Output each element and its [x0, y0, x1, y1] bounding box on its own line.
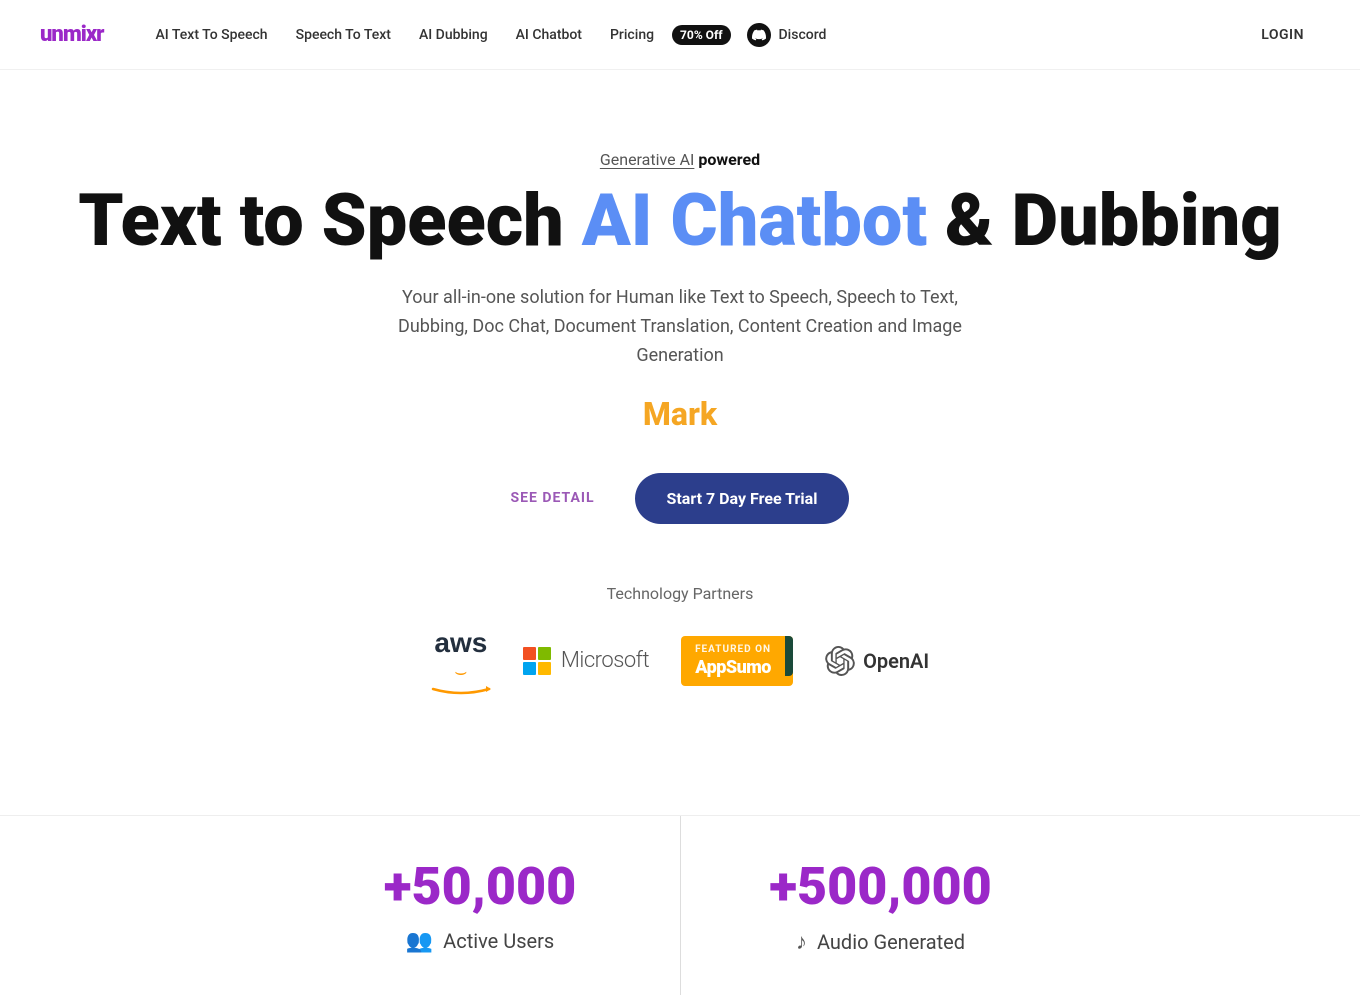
nav-ai-text-to-speech[interactable]: AI Text To Speech — [144, 19, 280, 51]
ms-red-square — [523, 647, 536, 660]
hero-subtitle-powered: powered — [694, 150, 760, 169]
pricing-badge: 70% Off — [672, 25, 731, 45]
openai-partner: OpenAI — [825, 646, 929, 676]
appsumo-badge-inner: FEATURED ON AppSumo — [695, 644, 771, 678]
login-button[interactable]: LOGIN — [1245, 19, 1320, 51]
hero-subtitle-top: Generative AI powered — [600, 150, 760, 169]
users-icon: 👥 — [406, 929, 433, 954]
microsoft-partner: Microsoft — [523, 647, 649, 675]
appsumo-name-text: AppSumo — [695, 657, 771, 678]
audio-icon: ♪ — [796, 929, 807, 955]
nav-discord[interactable]: Discord — [735, 15, 839, 55]
ms-yellow-square — [538, 662, 551, 675]
microsoft-text: Microsoft — [561, 648, 649, 673]
ms-blue-square — [523, 662, 536, 675]
pricing-wrap[interactable]: Pricing 70% Off — [598, 19, 731, 51]
stat-users-number: +50,000 — [384, 856, 577, 917]
tech-partners-title: Technology Partners — [607, 584, 754, 603]
ms-green-square — [538, 647, 551, 660]
aws-arrow-svg — [431, 683, 491, 695]
stat-audio-number: +500,000 — [769, 856, 992, 917]
nav-speech-to-text[interactable]: Speech To Text — [284, 19, 403, 51]
hero-title-part1: Text to Speech — [78, 178, 581, 263]
hero-actions: SEE DETAIL Start 7 Day Free Trial — [511, 473, 850, 524]
aws-text: aws — [434, 627, 487, 659]
stat-audio-label: ♪ Audio Generated — [796, 929, 965, 955]
stat-audio-text: Audio Generated — [817, 930, 965, 954]
hero-username: Mark — [643, 395, 717, 433]
stat-users-label: 👥 Active Users — [406, 929, 554, 954]
nav-pricing: Pricing — [598, 19, 666, 51]
stats-section: +50,000 👥 Active Users +500,000 ♪ Audio … — [0, 815, 1360, 995]
hero-title-accent: AI Chatbot — [582, 178, 927, 263]
see-detail-button[interactable]: SEE DETAIL — [511, 490, 595, 506]
nav-ai-dubbing[interactable]: AI Dubbing — [407, 19, 500, 51]
trial-button[interactable]: Start 7 Day Free Trial — [635, 473, 850, 524]
tech-partners: Technology Partners aws ⌣ Micros — [431, 584, 929, 695]
hero-title: Text to Speech AI Chatbot & Dubbing — [78, 181, 1281, 260]
openai-text: OpenAI — [863, 649, 929, 673]
nav-links: AI Text To Speech Speech To Text AI Dubb… — [144, 15, 1214, 55]
brand-logo[interactable]: unmixr — [40, 22, 104, 47]
openai-icon — [825, 646, 855, 676]
discord-icon — [747, 23, 771, 47]
stat-users-text: Active Users — [443, 929, 554, 953]
navbar: unmixr AI Text To Speech Speech To Text … — [0, 0, 1360, 70]
aws-arrow-icon: ⌣ — [454, 659, 467, 683]
appsumo-featured-text: FEATURED ON — [695, 644, 771, 655]
hero-subtitle-underline: Generative AI — [600, 150, 695, 169]
ms-logo-grid — [523, 647, 551, 675]
hero-description: Your all-in-one solution for Human like … — [380, 284, 980, 370]
discord-label: Discord — [779, 27, 827, 43]
hero-title-part2: & Dubbing — [927, 178, 1282, 263]
appsumo-partner: FEATURED ON AppSumo — [681, 636, 793, 686]
appsumo-flag — [785, 636, 793, 676]
aws-partner: aws ⌣ — [431, 627, 491, 695]
stat-audio-generated: +500,000 ♪ Audio Generated — [680, 816, 1080, 995]
hero-section: Generative AI powered Text to Speech AI … — [0, 70, 1360, 815]
nav-ai-chatbot[interactable]: AI Chatbot — [504, 19, 594, 51]
stat-active-users: +50,000 👥 Active Users — [280, 816, 680, 995]
partners-logos: aws ⌣ Microsoft FEA — [431, 627, 929, 695]
